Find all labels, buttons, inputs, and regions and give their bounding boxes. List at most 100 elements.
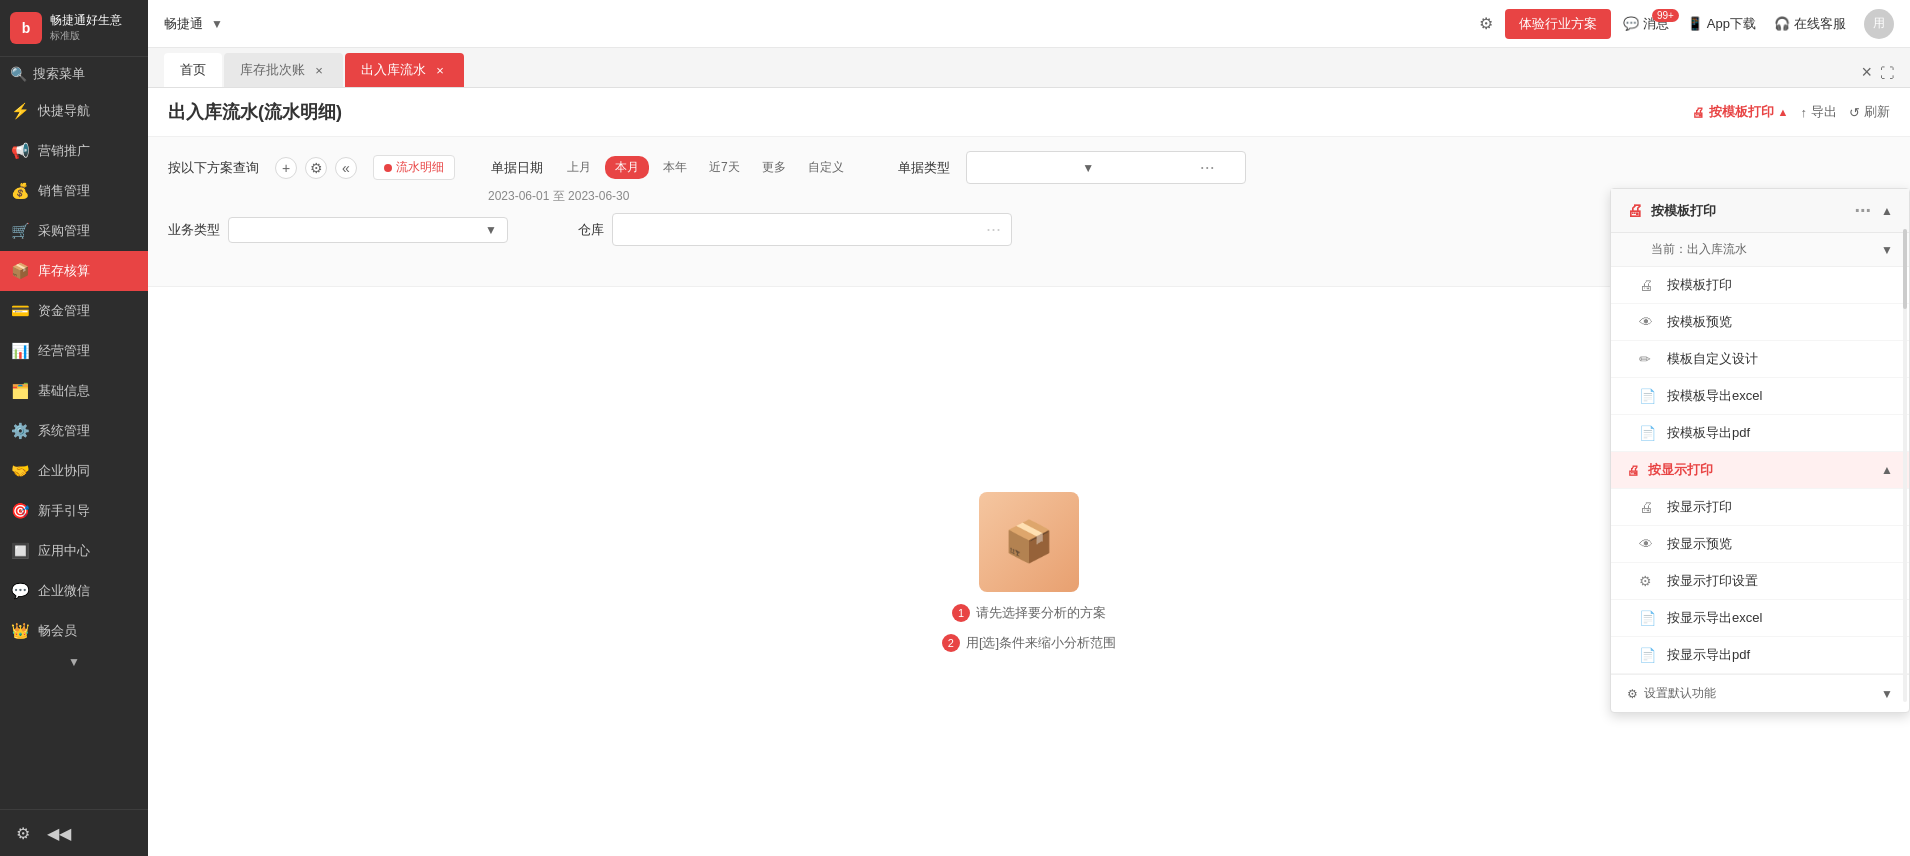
filter-add-btn[interactable]: + <box>275 157 297 179</box>
marketing-icon: 📢 <box>10 141 30 161</box>
topbar-service[interactable]: 🎧 在线客服 <box>1774 15 1846 33</box>
filter-collapse-btn[interactable]: « <box>335 157 357 179</box>
empty-illustration: 📦 <box>979 492 1079 592</box>
dp-template-preview-icon: 👁 <box>1639 314 1657 330</box>
dp-footer-settings-icon: ⚙ <box>1627 687 1638 701</box>
sidebar-item-system[interactable]: ⚙️ 系统管理 <box>0 411 148 451</box>
print-template-btn[interactable]: 🖨 按模板打印 ▲ <box>1692 103 1789 121</box>
dp-item-template-excel[interactable]: 📄 按模板导出excel <box>1611 378 1909 415</box>
export-btn[interactable]: ↑ 导出 <box>1801 103 1838 121</box>
app-center-icon: 🔲 <box>10 541 30 561</box>
tab-flow-close[interactable]: × <box>432 62 448 78</box>
dp-item-label: 按显示打印 <box>1667 498 1732 516</box>
tab-flow[interactable]: 出入库流水 × <box>345 53 464 87</box>
date-btn-last-month[interactable]: 上月 <box>559 156 599 179</box>
dp-collapse-arrow[interactable]: ▲ <box>1881 204 1893 218</box>
dp-more-options[interactable]: ··· <box>1854 199 1871 222</box>
dp-item-template-preview[interactable]: 👁 按模板预览 <box>1611 304 1909 341</box>
date-btn-this-year[interactable]: 本年 <box>655 156 695 179</box>
print-icon: 🖨 <box>1692 105 1705 120</box>
filter-doc-type-select[interactable]: ▼ ··· <box>966 151 1246 184</box>
biz-type-group: 业务类型 ▼ <box>168 217 508 243</box>
message-icon: 💬 <box>1623 16 1639 31</box>
page-title: 出入库流水(流水明细) <box>168 100 342 124</box>
dp-item-label: 按显示预览 <box>1667 535 1732 553</box>
sidebar-item-app-center[interactable]: 🔲 应用中心 <box>0 531 148 571</box>
collab-icon: 🤝 <box>10 461 30 481</box>
sidebar-scroll-down[interactable]: ▼ <box>0 651 148 673</box>
date-btn-this-month[interactable]: 本月 <box>605 156 649 179</box>
dp-item-display-pdf[interactable]: 📄 按显示导出pdf <box>1611 637 1909 674</box>
sidebar-settings-icon[interactable]: ⚙ <box>10 820 36 846</box>
quick-nav-icon: ⚡ <box>10 101 30 121</box>
sidebar-item-finance[interactable]: 💳 资金管理 <box>0 291 148 331</box>
sidebar-item-inventory[interactable]: 📦 库存核算 <box>0 251 148 291</box>
biz-type-input[interactable]: ▼ <box>228 217 508 243</box>
dp-item-display-preview[interactable]: 👁 按显示预览 <box>1611 526 1909 563</box>
filter-settings-btn[interactable]: ⚙ <box>305 157 327 179</box>
dp-item-display-print[interactable]: 🖨 按显示打印 <box>1611 489 1909 526</box>
dp-item-display-excel[interactable]: 📄 按显示导出excel <box>1611 600 1909 637</box>
date-btn-7days[interactable]: 近7天 <box>701 156 748 179</box>
sidebar-item-operation[interactable]: 📊 经营管理 <box>0 331 148 371</box>
topbar-app-download[interactable]: 📱 App下载 <box>1687 15 1756 33</box>
sidebar-item-basic-info[interactable]: 🗂️ 基础信息 <box>0 371 148 411</box>
dp-footer[interactable]: ⚙ 设置默认功能 ▼ <box>1611 674 1909 712</box>
tab-maximize-icon[interactable]: ⛶ <box>1880 65 1894 81</box>
tab-home-label: 首页 <box>180 61 206 79</box>
dp-template-excel-icon: 📄 <box>1639 388 1657 404</box>
refresh-btn[interactable]: ↺ 刷新 <box>1849 103 1890 121</box>
dp-scrollbar[interactable] <box>1903 229 1907 702</box>
filter-doc-type-more[interactable]: ··· <box>1200 157 1215 178</box>
sidebar-item-member[interactable]: 👑 畅会员 <box>0 611 148 651</box>
topbar: 畅捷通 ▼ ⚙ 体验行业方案 💬 消息 99+ 📱 App下载 🎧 在线客服 用 <box>148 0 1910 48</box>
dp-display-items: 🖨 按显示打印 👁 按显示预览 ⚙ 按显示打印设置 📄 按显示导出excel 📄 <box>1611 489 1909 674</box>
date-btn-more[interactable]: 更多 <box>754 156 794 179</box>
filter-tag-label: 流水明细 <box>396 159 444 176</box>
dp-item-label: 按模板打印 <box>1667 276 1732 294</box>
sidebar-item-label: 资金管理 <box>38 302 90 320</box>
dp-item-label: 按显示打印设置 <box>1667 572 1758 590</box>
refresh-label: 刷新 <box>1864 103 1890 121</box>
trial-button[interactable]: 体验行业方案 <box>1505 9 1611 39</box>
topbar-message[interactable]: 💬 消息 99+ <box>1623 15 1669 33</box>
sidebar-item-purchase[interactable]: 🛒 采购管理 <box>0 211 148 251</box>
dp-section-display[interactable]: 🖨 按显示打印 ▲ <box>1611 452 1909 489</box>
dp-item-label: 按模板导出pdf <box>1667 424 1750 442</box>
dp-current-selection[interactable]: 当前：出入库流水 ▼ <box>1611 233 1909 267</box>
dp-item-label: 按显示导出pdf <box>1667 646 1750 664</box>
dp-footer-arrow: ▼ <box>1881 687 1893 701</box>
export-label: 导出 <box>1811 103 1837 121</box>
page-header: 出入库流水(流水明细) 🖨 按模板打印 ▲ ↑ 导出 ↺ 刷新 <box>148 88 1910 137</box>
tab-batch-close[interactable]: × <box>311 62 327 78</box>
filter-row-1: 按以下方案查询 + ⚙ « 流水明细 单据日期 上月 本月 本年 <box>168 151 1890 184</box>
warehouse-more[interactable]: ··· <box>986 219 1001 240</box>
sidebar-search[interactable]: 🔍 搜索菜单 <box>0 57 148 91</box>
system-icon: ⚙️ <box>10 421 30 441</box>
tab-close-window[interactable]: × <box>1861 62 1872 83</box>
topbar-user[interactable]: 畅捷通 ▼ <box>164 15 1467 33</box>
topbar-gear-icon[interactable]: ⚙ <box>1479 14 1493 33</box>
sidebar-collapse-icon[interactable]: ◀◀ <box>46 820 72 846</box>
dp-item-template-design[interactable]: ✏ 模板自定义设计 <box>1611 341 1909 378</box>
step-1-num: 1 <box>952 604 970 622</box>
warehouse-input[interactable]: ··· <box>612 213 1012 246</box>
dp-item-template-print[interactable]: 🖨 按模板打印 <box>1611 267 1909 304</box>
sidebar-item-wechat[interactable]: 💬 企业微信 <box>0 571 148 611</box>
topbar-user-dropdown-arrow: ▼ <box>211 17 223 31</box>
tab-batch[interactable]: 库存批次账 × <box>224 53 343 87</box>
filter-add-buttons: + ⚙ « <box>275 157 357 179</box>
tab-home[interactable]: 首页 <box>164 53 222 87</box>
sidebar-bottom: ⚙ ◀◀ <box>0 809 148 856</box>
date-btn-custom[interactable]: 自定义 <box>800 156 852 179</box>
sidebar-item-collab[interactable]: 🤝 企业协同 <box>0 451 148 491</box>
sidebar-search-label: 搜索菜单 <box>33 65 85 83</box>
sidebar-item-guide[interactable]: 🎯 新手引导 <box>0 491 148 531</box>
dp-item-display-settings[interactable]: ⚙ 按显示打印设置 <box>1611 563 1909 600</box>
sidebar-item-quick-nav[interactable]: ⚡ 快捷导航 <box>0 91 148 131</box>
sidebar-item-marketing[interactable]: 📢 营销推广 <box>0 131 148 171</box>
filter-dates: 上月 本月 本年 近7天 更多 自定义 <box>559 156 852 179</box>
sidebar-item-sales[interactable]: 💰 销售管理 <box>0 171 148 211</box>
topbar-avatar[interactable]: 用 <box>1864 9 1894 39</box>
dp-item-template-pdf[interactable]: 📄 按模板导出pdf <box>1611 415 1909 452</box>
